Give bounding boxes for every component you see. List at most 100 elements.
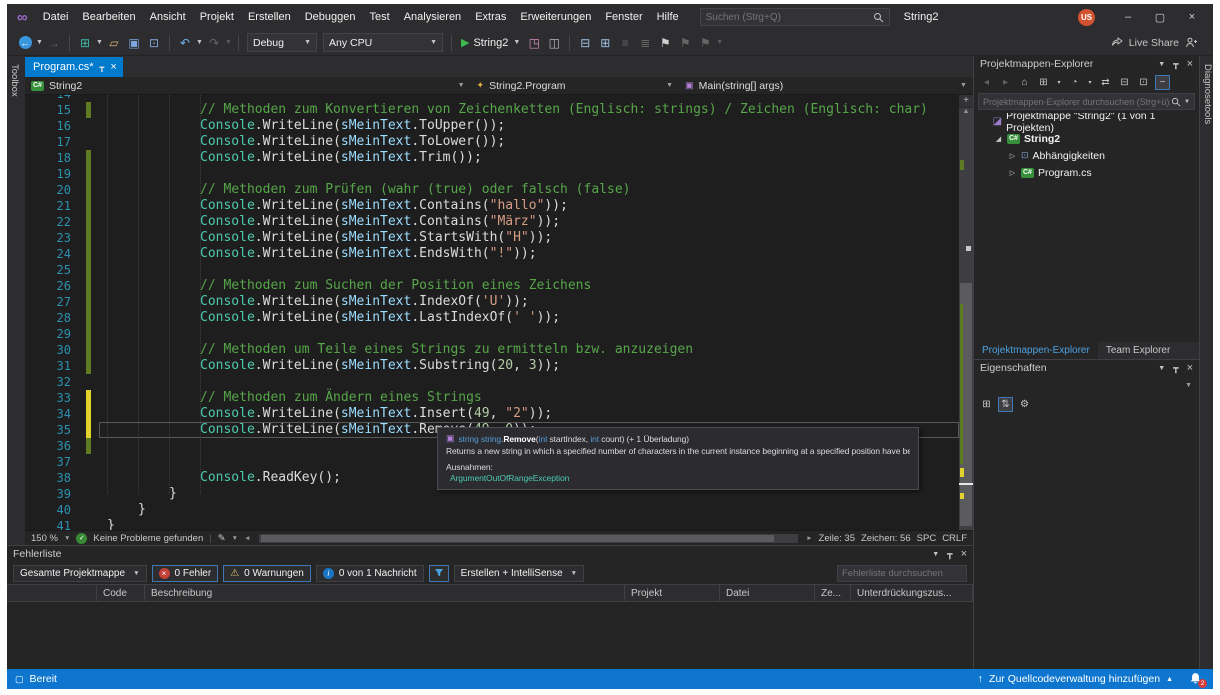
menu-hilfe[interactable]: Hilfe — [650, 8, 686, 26]
new-project-icon[interactable]: ⊞ — [76, 34, 94, 52]
edit-tracking-icon[interactable]: ✎ — [218, 533, 226, 544]
chevron-down-icon[interactable]: ▼ — [1184, 99, 1190, 105]
alphabetical-icon[interactable]: ⇅ — [998, 396, 1013, 412]
menu-debuggen[interactable]: Debuggen — [298, 8, 363, 26]
member-dropdown[interactable]: ▣ Main(string[] args) ▼ — [679, 77, 973, 94]
redo-dropdown[interactable]: ▼ — [224, 39, 233, 46]
scope-combo[interactable]: Gesamte Projektmappe ▼ — [13, 564, 147, 582]
eol-indicator[interactable]: CRLF — [942, 533, 967, 544]
properties-grid[interactable] — [974, 414, 1199, 669]
preview-changes-icon[interactable]: ◫ — [545, 34, 563, 52]
menu-erweiterungen[interactable]: Erweiterungen — [513, 8, 598, 26]
code-line-40[interactable]: 40} — [25, 502, 959, 518]
categorized-icon[interactable]: ⊞ — [979, 397, 994, 412]
new-item-dropdown[interactable]: ▼ — [95, 39, 104, 46]
scroll-right-arrow[interactable]: ► — [806, 535, 812, 542]
build-selection-icon[interactable]: ⊟ — [576, 34, 594, 52]
code-line-23[interactable]: 23 Console.WriteLine(sMeinText.StartsWith… — [25, 230, 959, 246]
switch-views-dropdown[interactable]: ▾ — [1055, 75, 1063, 90]
close-panel-icon[interactable]: × — [1187, 58, 1193, 70]
back-icon[interactable]: ◂ — [979, 75, 994, 90]
menu-erstellen[interactable]: Erstellen — [241, 8, 298, 26]
zoom-level[interactable]: 150 % — [31, 533, 58, 544]
pin-icon[interactable]: ┳ — [947, 549, 952, 560]
code-line-19[interactable]: 19 — [25, 166, 959, 182]
code-line-15[interactable]: 15 // Methoden zum Konvertieren von Zeich… — [25, 102, 959, 118]
save-icon[interactable]: ▣ — [125, 34, 143, 52]
editor-horizontal-scrollbar[interactable] — [258, 533, 799, 543]
tree-item-projektmappe-string2-1-von-1-p[interactable]: ◪ Projektmappe "String2" (1 von 1 Projekt… — [974, 113, 1199, 134]
show-all-files-icon[interactable]: − — [1155, 74, 1170, 90]
pin-icon[interactable]: ┳ — [1173, 59, 1178, 70]
type-dropdown[interactable]: ✦ String2.Program ▼ — [471, 77, 680, 94]
quick-search-box[interactable] — [699, 8, 890, 26]
close-panel-icon[interactable]: × — [961, 548, 967, 560]
minimize-button[interactable]: – — [1113, 7, 1143, 27]
sync-with-active-document-icon[interactable]: ⇄ — [1098, 75, 1113, 90]
notifications-button[interactable]: 2 — [1189, 672, 1207, 688]
column-header-datei[interactable]: Datei — [720, 585, 815, 601]
bookmark-icon[interactable]: ⚑ — [656, 34, 674, 52]
code-line-18[interactable]: 18 Console.WriteLine(sMeinText.Trim()); — [25, 150, 959, 166]
menu-fenster[interactable]: Fenster — [598, 8, 649, 26]
code-line-34[interactable]: 34 Console.WriteLine(sMeinText.Insert(49,… — [25, 406, 959, 422]
code-line-28[interactable]: 28 Console.WriteLine(sMeinText.LastIndexO… — [25, 310, 959, 326]
problems-status[interactable]: Keine Probleme gefunden — [93, 533, 203, 544]
scroll-left-arrow[interactable]: ◄ — [244, 535, 250, 542]
platform-combo[interactable]: Any CPU ▼ — [323, 33, 443, 52]
column-header-projekt[interactable]: Projekt — [625, 585, 720, 601]
spaces-indicator[interactable]: SPC — [917, 533, 937, 544]
split-editor-handle[interactable]: + — [959, 95, 973, 108]
project-dropdown[interactable]: C# String2 ▼ — [25, 77, 471, 94]
column-header-severity[interactable] — [7, 585, 97, 601]
comment-icon[interactable]: ≡ — [616, 34, 634, 52]
configuration-combo[interactable]: Debug ▼ — [247, 33, 317, 52]
refresh-icon[interactable]: ⊟ — [1117, 75, 1132, 90]
tab-program-cs[interactable]: Program.cs* ┳ × — [25, 57, 123, 77]
expanded-expander-icon[interactable]: ◢ — [994, 135, 1003, 143]
dock-tab-team-explorer[interactable]: Team Explorer — [1098, 342, 1178, 359]
quick-search-input[interactable] — [705, 11, 873, 23]
editor-vertical-scrollbar[interactable]: + ▲ — [959, 95, 973, 530]
menu-datei[interactable]: Datei — [36, 8, 76, 26]
uncomment-icon[interactable]: ≣ — [636, 34, 654, 52]
diagnostics-side-panel[interactable]: Diagnosetools — [1199, 56, 1213, 669]
code-line-30[interactable]: 30 // Methoden um Teile eines Strings zu … — [25, 342, 959, 358]
code-line-29[interactable]: 29 — [25, 326, 959, 342]
code-line-26[interactable]: 26 // Methoden zum Suchen der Position ei… — [25, 278, 959, 294]
code-line-27[interactable]: 27 Console.WriteLine(sMeinText.IndexOf('U… — [25, 294, 959, 310]
error-list-search-input[interactable] — [842, 567, 974, 579]
code-line-14[interactable]: 14 — [25, 95, 959, 102]
window-position-dropdown[interactable]: ▼ — [932, 551, 939, 558]
window-position-dropdown[interactable]: ▼ — [1158, 61, 1165, 68]
code-line-21[interactable]: 21 Console.WriteLine(sMeinText.Contains("… — [25, 198, 959, 214]
column-header-ze-[interactable]: Ze... — [815, 585, 851, 601]
menu-extras[interactable]: Extras — [468, 8, 513, 26]
column-header-beschreibung[interactable]: Beschreibung — [145, 585, 625, 601]
open-folder-icon[interactable]: ▱ — [105, 34, 123, 52]
code-line-31[interactable]: 31 Console.WriteLine(sMeinText.Substring(… — [25, 358, 959, 374]
error-list-body[interactable] — [7, 602, 973, 669]
restore-button[interactable]: ▢ — [1145, 7, 1175, 27]
chevron-down-icon[interactable]: ▼ — [232, 535, 238, 542]
menu-analysieren[interactable]: Analysieren — [397, 8, 468, 26]
code-line-24[interactable]: 24 Console.WriteLine(sMeinText.EndsWith("… — [25, 246, 959, 262]
close-button[interactable]: × — [1177, 7, 1207, 27]
next-bookmark-icon[interactable]: ⚑ — [696, 34, 714, 52]
window-position-dropdown[interactable]: ▼ — [1158, 365, 1165, 372]
solution-explorer-search-input[interactable] — [983, 96, 1172, 107]
scroll-up-arrow[interactable]: ▲ — [959, 108, 973, 118]
code-line-22[interactable]: 22 Console.WriteLine(sMeinText.Contains("… — [25, 214, 959, 230]
chevron-down-icon[interactable]: ▼ — [64, 535, 70, 542]
pending-changes-dropdown[interactable]: ▾ — [1086, 75, 1094, 90]
menu-bearbeiten[interactable]: Bearbeiten — [75, 8, 142, 26]
tab-close-icon[interactable]: × — [110, 61, 116, 73]
prev-bookmark-icon[interactable]: ⚑ — [676, 34, 694, 52]
live-share-button[interactable]: Live Share — [1111, 37, 1205, 49]
code-line-41[interactable]: 41} — [25, 518, 959, 530]
solution-explorer-search-box[interactable]: ▼ — [978, 93, 1195, 110]
dock-tab-projektmappen-explorer[interactable]: Projektmappen-Explorer — [974, 342, 1098, 359]
code-line-17[interactable]: 17 Console.WriteLine(sMeinText.ToLower())… — [25, 134, 959, 150]
collapse-all-icon[interactable]: ⊡ — [1136, 75, 1151, 90]
collapsed-expander-icon[interactable]: ▷ — [1008, 152, 1017, 160]
